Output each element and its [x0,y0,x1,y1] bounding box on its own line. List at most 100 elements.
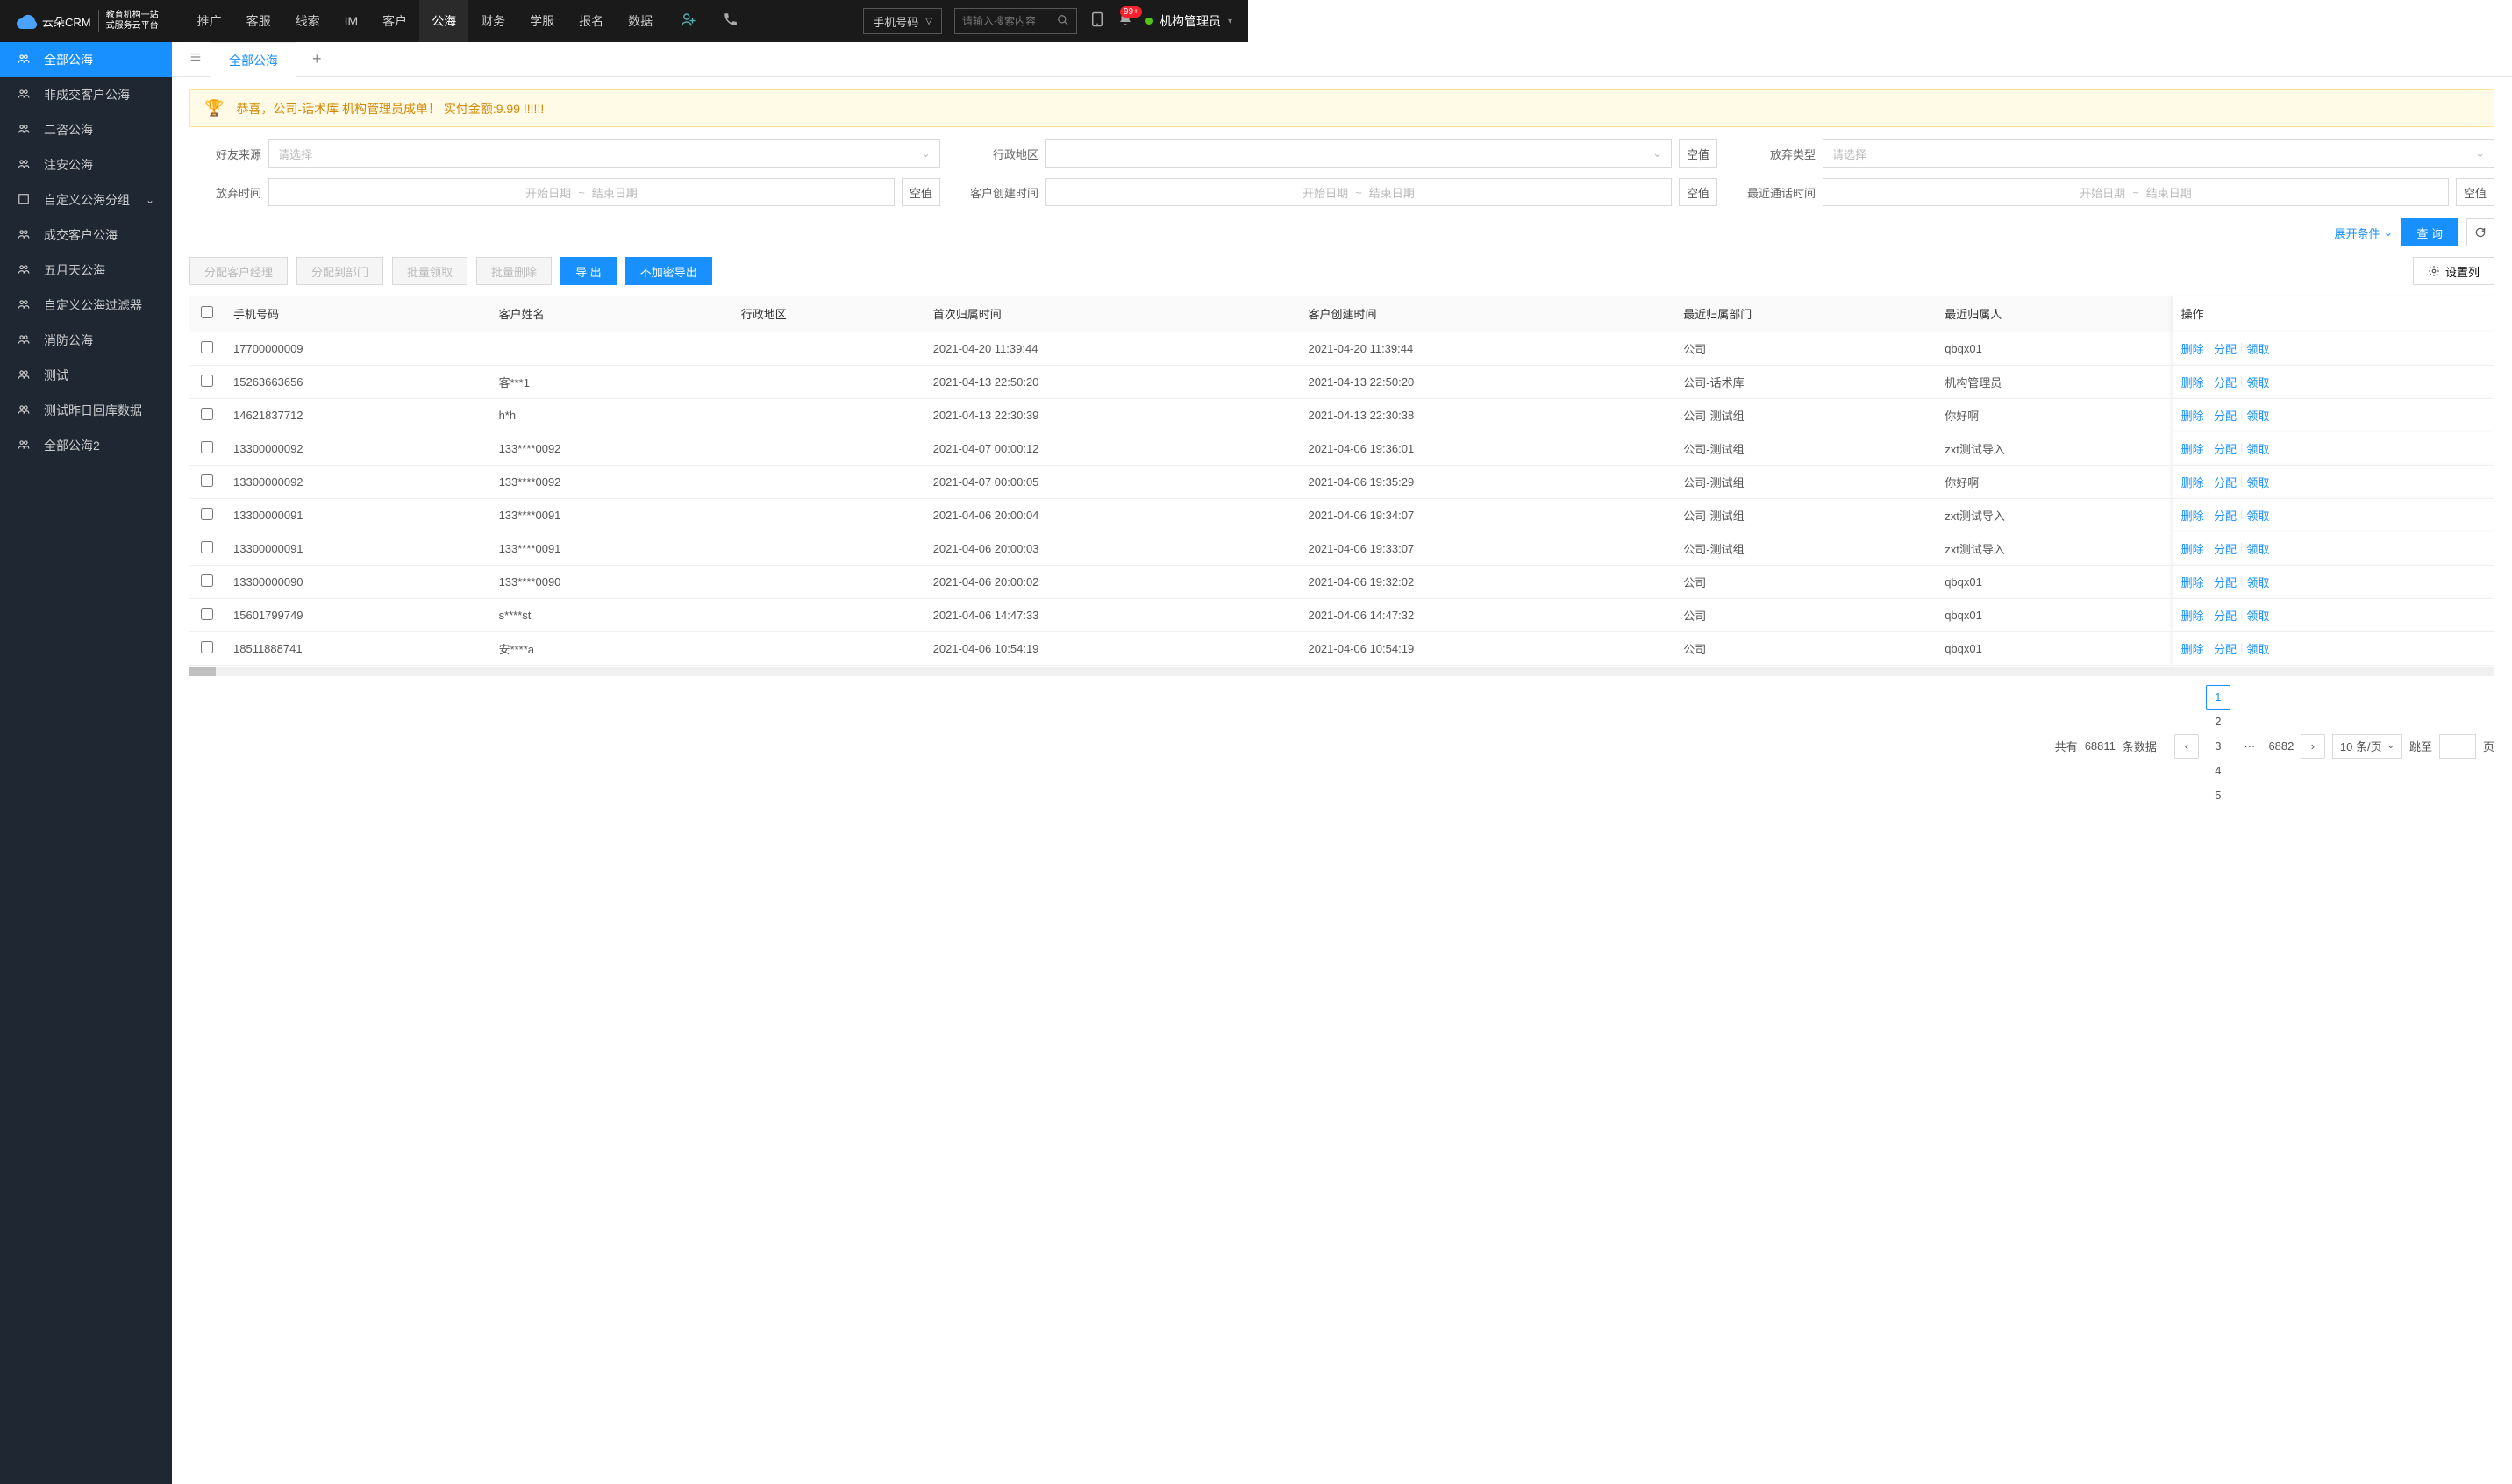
row-checkbox[interactable] [201,541,213,553]
claim-link[interactable]: 领取 [2246,607,2269,624]
delete-link[interactable]: 删除 [2181,440,2204,457]
assign-link[interactable]: 分配 [2214,507,2237,524]
row-checkbox[interactable] [201,375,213,387]
claim-link[interactable]: 领取 [2246,374,2269,390]
sidebar-item[interactable]: 成交客户公海 [0,218,172,253]
assign-link[interactable]: 分配 [2214,374,2237,390]
delete-link[interactable]: 删除 [2181,474,2204,490]
nav-item[interactable]: 推广 [185,0,234,42]
abandon-time-range[interactable]: 开始日期~结束日期 [268,178,895,206]
row-checkbox[interactable] [201,474,213,487]
claim-link[interactable]: 领取 [2246,440,2269,457]
delete-link[interactable]: 删除 [2181,640,2204,657]
nav-item[interactable]: 数据 [616,0,665,42]
delete-link[interactable]: 删除 [2181,574,2204,590]
nav-item[interactable]: 线索 [283,0,332,42]
sidebar-item[interactable]: 测试 [0,358,172,393]
delete-link[interactable]: 删除 [2181,540,2204,557]
row-checkbox[interactable] [201,341,213,353]
assign-dept-button[interactable]: 分配到部门 [296,257,383,285]
assign-link[interactable]: 分配 [2214,474,2237,490]
last-page-button[interactable]: 6882 [2269,734,2294,759]
claim-link[interactable]: 领取 [2246,474,2269,490]
tablet-icon[interactable] [1089,11,1105,32]
page-number-button[interactable]: 4 [2206,759,2230,783]
assign-link[interactable]: 分配 [2214,574,2237,590]
tab-all-public[interactable]: 全部公海 [211,42,296,77]
prev-page-button[interactable]: ‹ [2174,734,2199,759]
export-unencrypted-button[interactable]: 不加密导出 [625,257,712,285]
config-columns-button[interactable]: 设置列 [2413,257,2494,285]
sidebar-item[interactable]: 消防公海 [0,323,172,358]
next-page-button[interactable]: › [2301,734,2325,759]
region-select[interactable]: ⌄ [1045,139,1672,168]
claim-link[interactable]: 领取 [2246,540,2269,557]
empty-value-button[interactable]: 空值 [902,178,940,206]
row-checkbox[interactable] [201,641,213,653]
nav-item[interactable]: 财务 [468,0,517,42]
row-checkbox[interactable] [201,441,213,453]
nav-item[interactable]: 客服 [234,0,283,42]
page-size-select[interactable]: 10 条/页⌄ [2332,734,2402,759]
user-add-icon[interactable] [670,11,707,32]
sidebar-item[interactable]: 全部公海 [0,42,172,77]
assign-link[interactable]: 分配 [2214,607,2237,624]
nav-item[interactable]: IM [332,0,371,42]
tab-add-icon[interactable]: + [296,50,338,68]
assign-link[interactable]: 分配 [2214,440,2237,457]
empty-value-button[interactable]: 空值 [1679,178,1717,206]
query-button[interactable]: 查 询 [2401,218,2458,246]
abandon-type-select[interactable]: 请选择⌄ [1823,139,2494,168]
page-jump-input[interactable] [2439,734,2476,759]
assign-manager-button[interactable]: 分配客户经理 [189,257,288,285]
sidebar-item[interactable]: 自定义公海分组⌄ [0,182,172,218]
batch-claim-button[interactable]: 批量领取 [392,257,467,285]
claim-link[interactable]: 领取 [2246,640,2269,657]
sidebar-item[interactable]: 五月天公海 [0,253,172,288]
last-call-time-range[interactable]: 开始日期~结束日期 [1823,178,2449,206]
empty-value-button[interactable]: 空值 [2456,178,2494,206]
row-checkbox[interactable] [201,608,213,620]
export-button[interactable]: 导 出 [560,257,617,285]
logo[interactable]: 云朵CRM 教育机构一站 式服务云平台 [16,10,159,32]
page-number-button[interactable]: 1 [2206,685,2230,710]
sidebar-item[interactable]: 二咨公海 [0,112,172,147]
refresh-button[interactable] [2466,218,2494,246]
delete-link[interactable]: 删除 [2181,607,2204,624]
sidebar-item[interactable]: 测试昨日回库数据 [0,393,172,428]
row-checkbox[interactable] [201,574,213,587]
assign-link[interactable]: 分配 [2214,640,2237,657]
create-time-range[interactable]: 开始日期~结束日期 [1045,178,1672,206]
page-number-button[interactable]: 2 [2206,710,2230,734]
tab-list-icon[interactable] [181,51,211,68]
page-number-button[interactable]: 5 [2206,783,2230,808]
nav-item[interactable]: 报名 [567,0,616,42]
page-number-button[interactable]: 3 [2206,734,2230,759]
delete-link[interactable]: 删除 [2181,407,2204,424]
nav-item[interactable]: 学服 [517,0,567,42]
row-checkbox[interactable] [201,408,213,420]
bell-icon[interactable]: 99+ [1117,11,1133,32]
claim-link[interactable]: 领取 [2246,340,2269,357]
user-menu[interactable]: 机构管理员 ▾ [1145,12,1232,30]
search-input[interactable] [962,15,1057,27]
delete-link[interactable]: 删除 [2181,507,2204,524]
friend-source-select[interactable]: 请选择⌄ [268,139,940,168]
nav-item[interactable]: 客户 [370,0,419,42]
empty-value-button[interactable]: 空值 [1679,139,1717,168]
assign-link[interactable]: 分配 [2214,540,2237,557]
search-icon[interactable] [1057,14,1069,29]
claim-link[interactable]: 领取 [2246,507,2269,524]
assign-link[interactable]: 分配 [2214,407,2237,424]
row-checkbox[interactable] [201,508,213,520]
claim-link[interactable]: 领取 [2246,574,2269,590]
phone-icon[interactable] [712,11,749,32]
claim-link[interactable]: 领取 [2246,407,2269,424]
delete-link[interactable]: 删除 [2181,340,2204,357]
search-type-select[interactable]: 手机号码 ▽ [863,8,942,34]
sidebar-item[interactable]: 全部公海2 [0,428,172,463]
sidebar-item[interactable]: 非成交客户公海 [0,77,172,112]
assign-link[interactable]: 分配 [2214,340,2237,357]
expand-filters-link[interactable]: 展开条件 ⌄ [2334,225,2393,241]
batch-delete-button[interactable]: 批量删除 [476,257,552,285]
